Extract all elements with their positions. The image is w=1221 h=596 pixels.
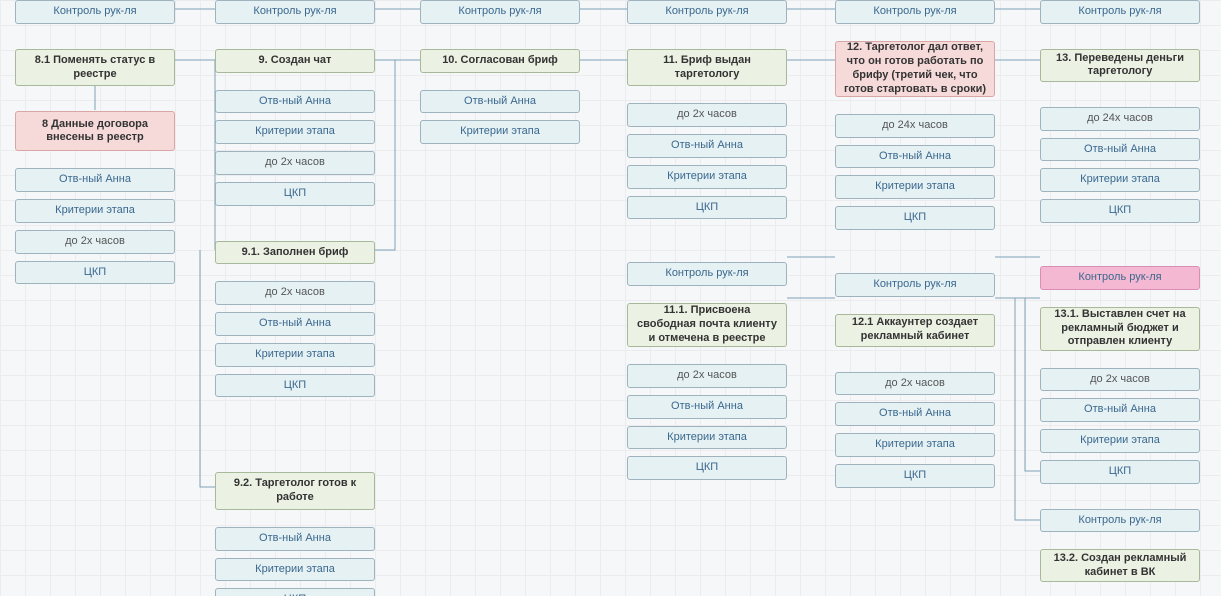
- criteria-node[interactable]: Критерии этапа: [215, 120, 375, 144]
- control-node[interactable]: Контроль рук-ля: [627, 262, 787, 286]
- control-node[interactable]: Контроль рук-ля: [1040, 509, 1200, 533]
- connector-lines: [0, 0, 1221, 596]
- step-11-header[interactable]: 11. Бриф выдан таргетологу: [627, 49, 787, 87]
- resp-node[interactable]: Отв-ный Анна: [1040, 138, 1200, 162]
- criteria-node[interactable]: Критерии этапа: [1040, 168, 1200, 192]
- control-node-highlight[interactable]: Контроль рук-ля: [1040, 266, 1200, 290]
- control-node[interactable]: Контроль рук-ля: [1040, 0, 1200, 24]
- control-node[interactable]: Контроль рук-ля: [835, 0, 995, 24]
- step-9-header[interactable]: 9. Создан чат: [215, 49, 375, 73]
- step-11-1-header[interactable]: 11.1. Присвоена свободная почта клиенту …: [627, 303, 787, 347]
- step-8-header[interactable]: 8 Данные договора внесены в реестр: [15, 111, 175, 151]
- control-node[interactable]: Контроль рук-ля: [420, 0, 580, 24]
- time-node[interactable]: до 2х часов: [215, 151, 375, 175]
- resp-node[interactable]: Отв-ный Анна: [1040, 398, 1200, 422]
- ckp-node[interactable]: ЦКП: [1040, 199, 1200, 223]
- resp-node[interactable]: Отв-ный Анна: [420, 90, 580, 114]
- criteria-node[interactable]: Критерии этапа: [215, 558, 375, 582]
- step-10-header[interactable]: 10. Согласован бриф: [420, 49, 580, 73]
- time-node[interactable]: до 24х часов: [835, 114, 995, 138]
- criteria-node[interactable]: Критерии этапа: [420, 120, 580, 144]
- time-node[interactable]: до 2х часов: [215, 281, 375, 305]
- resp-node[interactable]: Отв-ный Анна: [215, 90, 375, 114]
- criteria-node[interactable]: Критерии этапа: [15, 199, 175, 223]
- ckp-node[interactable]: ЦКП: [835, 464, 995, 488]
- ckp-node[interactable]: ЦКП: [627, 196, 787, 220]
- resp-node[interactable]: Отв-ный Анна: [835, 402, 995, 426]
- time-node[interactable]: до 2х часов: [627, 364, 787, 388]
- step-13-1-header[interactable]: 13.1. Выставлен счет на рекламный бюджет…: [1040, 307, 1200, 351]
- ckp-node[interactable]: ЦКП: [15, 261, 175, 285]
- time-node[interactable]: до 2х часов: [627, 103, 787, 127]
- criteria-node[interactable]: Критерии этапа: [627, 165, 787, 189]
- criteria-node[interactable]: Критерии этапа: [835, 433, 995, 457]
- control-node[interactable]: Контроль рук-ля: [835, 273, 995, 297]
- ckp-node[interactable]: ЦКП: [215, 588, 375, 596]
- control-node[interactable]: Контроль рук-ля: [15, 0, 175, 24]
- step-12-header[interactable]: 12. Таргетолог дал ответ, что он готов р…: [835, 41, 995, 97]
- time-node[interactable]: до 2х часов: [15, 230, 175, 254]
- step-13-header[interactable]: 13. Переведены деньги таргетологу: [1040, 49, 1200, 82]
- ckp-node[interactable]: ЦКП: [1040, 460, 1200, 484]
- criteria-node[interactable]: Критерии этапа: [627, 426, 787, 450]
- step-9-2-header[interactable]: 9.2. Таргетолог готов к работе: [215, 472, 375, 510]
- control-node[interactable]: Контроль рук-ля: [215, 0, 375, 24]
- resp-node[interactable]: Отв-ный Анна: [835, 145, 995, 169]
- step-12-1-header[interactable]: 12.1 Аккаунтер создает рекламный кабинет: [835, 314, 995, 347]
- criteria-node[interactable]: Критерии этапа: [1040, 429, 1200, 453]
- step-13-2-header[interactable]: 13.2. Создан рекламный кабинет в ВК: [1040, 549, 1200, 582]
- criteria-node[interactable]: Критерии этапа: [215, 343, 375, 367]
- resp-node[interactable]: Отв-ный Анна: [215, 312, 375, 336]
- time-node[interactable]: до 24х часов: [1040, 107, 1200, 131]
- ckp-node[interactable]: ЦКП: [627, 456, 787, 480]
- resp-node[interactable]: Отв-ный Анна: [627, 395, 787, 419]
- resp-node[interactable]: Отв-ный Анна: [215, 527, 375, 551]
- time-node[interactable]: до 2х часов: [1040, 368, 1200, 392]
- resp-node[interactable]: Отв-ный Анна: [15, 168, 175, 192]
- step-8-1-header[interactable]: 8.1 Поменять статус в реестре: [15, 49, 175, 87]
- ckp-node[interactable]: ЦКП: [215, 182, 375, 206]
- time-node[interactable]: до 2х часов: [835, 372, 995, 396]
- control-node[interactable]: Контроль рук-ля: [627, 0, 787, 24]
- ckp-node[interactable]: ЦКП: [835, 206, 995, 230]
- ckp-node[interactable]: ЦКП: [215, 374, 375, 398]
- resp-node[interactable]: Отв-ный Анна: [627, 134, 787, 158]
- criteria-node[interactable]: Критерии этапа: [835, 175, 995, 199]
- step-9-1-header[interactable]: 9.1. Заполнен бриф: [215, 241, 375, 265]
